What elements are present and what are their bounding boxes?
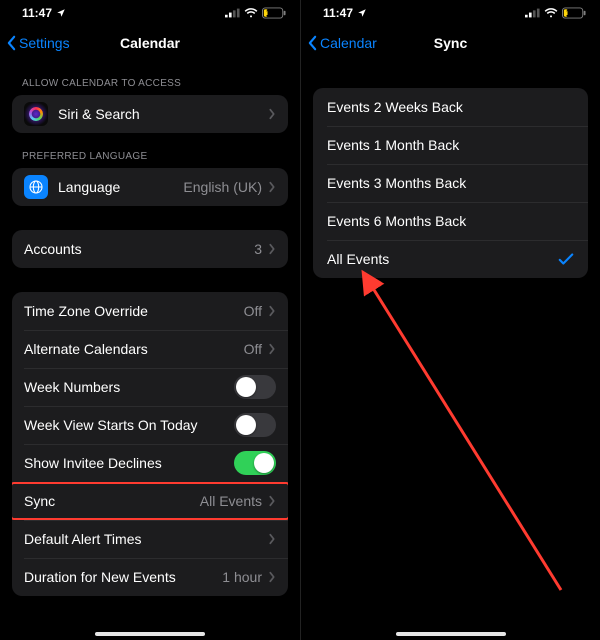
back-button[interactable]: Settings (6, 35, 70, 51)
row-show-invitee-declines[interactable]: Show Invitee Declines (12, 444, 288, 482)
back-label: Calendar (320, 35, 377, 51)
phone-calendar-settings: 11:47 11 Settings Calendar ALLOW CALENDA (0, 0, 300, 640)
toggle-week-start-today[interactable] (234, 413, 276, 437)
chevron-right-icon (268, 305, 276, 317)
duration-value: 1 hour (222, 569, 268, 585)
tz-value: Off (244, 303, 268, 319)
battery-icon: 11 (262, 7, 286, 19)
toggle-invitee-declines[interactable] (234, 451, 276, 475)
row-default-alert-times[interactable]: Default Alert Times (12, 520, 288, 558)
toggle-week-numbers[interactable] (234, 375, 276, 399)
option-label: Events 2 Weeks Back (327, 99, 463, 115)
duration-label: Duration for New Events (24, 569, 176, 585)
language-value: English (UK) (183, 179, 268, 195)
row-language[interactable]: Language English (UK) (12, 168, 288, 206)
status-bar: 11:47 11 (301, 4, 600, 22)
weeknum-label: Week Numbers (24, 379, 120, 395)
sync-value: All Events (200, 493, 268, 509)
sync-option-all-events[interactable]: All Events (313, 240, 588, 278)
page-title: Sync (434, 35, 467, 51)
tz-label: Time Zone Override (24, 303, 148, 319)
weekstart-label: Week View Starts On Today (24, 417, 198, 433)
language-label: Language (58, 179, 120, 195)
wifi-icon (244, 8, 258, 18)
row-alternate-calendars[interactable]: Alternate Calendars Off (12, 330, 288, 368)
option-label: All Events (327, 251, 389, 267)
chevron-right-icon (268, 108, 276, 120)
sync-option-1-month[interactable]: Events 1 Month Back (313, 126, 588, 164)
section-header-language: PREFERRED LANGUAGE (12, 133, 288, 168)
globe-icon (24, 175, 48, 199)
option-label: Events 6 Months Back (327, 213, 466, 229)
sync-label: Sync (24, 493, 55, 509)
page-title: Calendar (120, 35, 180, 51)
altcal-value: Off (244, 341, 268, 357)
row-week-numbers[interactable]: Week Numbers (12, 368, 288, 406)
alert-label: Default Alert Times (24, 531, 142, 547)
home-indicator[interactable] (95, 632, 205, 636)
phone-sync-settings: 11:47 11 Calendar Sync E (300, 0, 600, 640)
chevron-right-icon (268, 533, 276, 545)
checkmark-icon (558, 252, 574, 266)
chevron-right-icon (268, 243, 276, 255)
accounts-label: Accounts (24, 241, 82, 257)
row-week-view-starts-today[interactable]: Week View Starts On Today (12, 406, 288, 444)
status-time: 11:47 (323, 6, 353, 20)
status-bar: 11:47 11 (0, 4, 300, 22)
sync-option-6-months[interactable]: Events 6 Months Back (313, 202, 588, 240)
status-time: 11:47 (22, 6, 52, 20)
chevron-right-icon (268, 181, 276, 193)
cellular-icon (525, 8, 540, 18)
back-label: Settings (19, 35, 70, 51)
chevron-right-icon (268, 495, 276, 507)
battery-level: 11 (266, 8, 276, 18)
chevron-right-icon (268, 343, 276, 355)
battery-icon: 11 (562, 7, 586, 19)
siri-label: Siri & Search (58, 106, 140, 122)
location-icon (56, 8, 66, 18)
wifi-icon (544, 8, 558, 18)
siri-icon (24, 102, 48, 126)
home-indicator[interactable] (396, 632, 506, 636)
altcal-label: Alternate Calendars (24, 341, 148, 357)
chevron-right-icon (268, 571, 276, 583)
row-sync[interactable]: Sync All Events (12, 482, 288, 520)
nav-bar: Settings Calendar (0, 26, 300, 60)
sync-option-3-months[interactable]: Events 3 Months Back (313, 164, 588, 202)
back-button[interactable]: Calendar (307, 35, 377, 51)
row-duration-new-events[interactable]: Duration for New Events 1 hour (12, 558, 288, 596)
nav-bar: Calendar Sync (301, 26, 600, 60)
accounts-value: 3 (254, 241, 268, 257)
row-accounts[interactable]: Accounts 3 (12, 230, 288, 268)
location-icon (357, 8, 367, 18)
sync-option-2-weeks[interactable]: Events 2 Weeks Back (313, 88, 588, 126)
cellular-icon (225, 8, 240, 18)
option-label: Events 1 Month Back (327, 137, 459, 153)
invitee-label: Show Invitee Declines (24, 455, 162, 471)
battery-level: 11 (566, 8, 576, 18)
section-header-access: ALLOW CALENDAR TO ACCESS (12, 60, 288, 95)
option-label: Events 3 Months Back (327, 175, 466, 191)
row-siri-search[interactable]: Siri & Search (12, 95, 288, 133)
sync-options-group: Events 2 Weeks Back Events 1 Month Back … (313, 88, 588, 278)
row-timezone-override[interactable]: Time Zone Override Off (12, 292, 288, 330)
